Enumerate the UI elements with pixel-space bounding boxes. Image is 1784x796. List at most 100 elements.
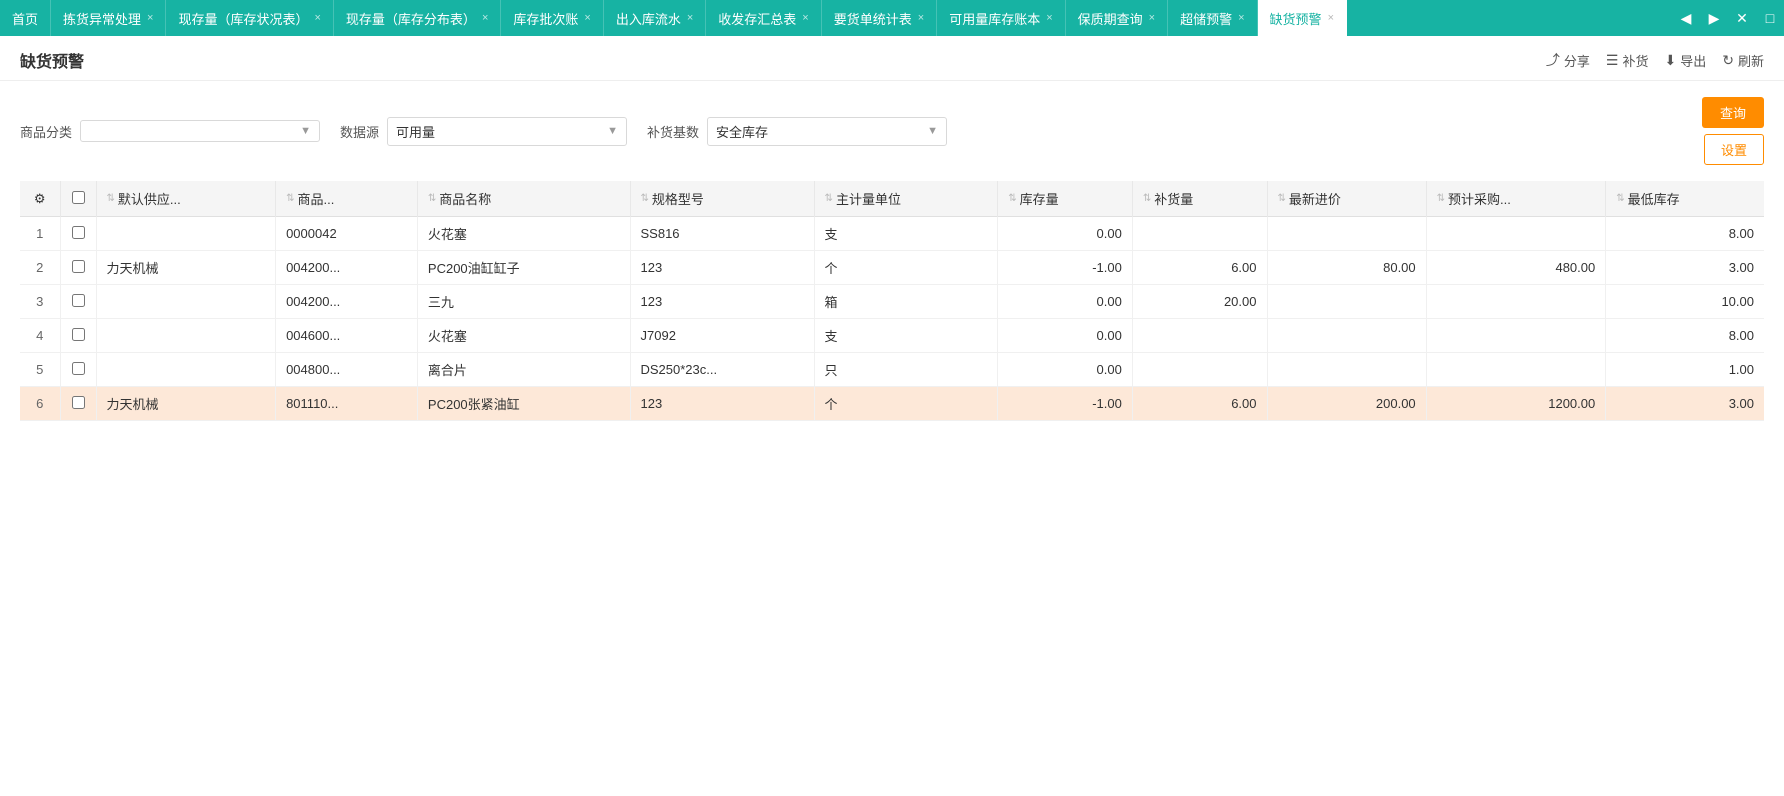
tab-bar-scroll: 首页拣货异常处理×现存量（库存状况表）×现存量（库存分布表）×库存批次账×出入库… — [0, 0, 1672, 36]
th-label-supplier: 默认供应... — [118, 189, 181, 208]
cell-estimated_purchase-5: 1200.00 — [1548, 396, 1595, 411]
th-spec[interactable]: ⇅规格型号 — [630, 181, 814, 217]
replenish-button[interactable]: ☰ 补货 — [1606, 51, 1649, 70]
tab-next-button[interactable]: ▶ — [1700, 0, 1728, 36]
th-latest_price[interactable]: ⇅最新进价 — [1267, 181, 1426, 217]
tab-close-all-button[interactable]: ✕ — [1728, 0, 1756, 36]
tab-batch[interactable]: 库存批次账× — [501, 0, 603, 36]
th-product_name[interactable]: ⇅商品名称 — [417, 181, 630, 217]
tab-overstock[interactable]: 超储预警× — [1168, 0, 1257, 36]
export-icon: ⬇ — [1665, 52, 1677, 69]
cell-unit-2: 箱 — [825, 295, 838, 310]
tab-label-shortage: 缺货预警 — [1270, 9, 1322, 28]
refresh-button[interactable]: ↻ 刷新 — [1722, 51, 1764, 70]
tab-label-home: 首页 — [12, 9, 38, 28]
cell-min_stock-0: 8.00 — [1729, 226, 1754, 241]
tab-close-demand[interactable]: × — [918, 12, 924, 24]
tab-abnormal[interactable]: 拣货异常处理 × — [51, 0, 166, 36]
row-checkbox-0[interactable] — [72, 226, 85, 239]
sort-icon-estimated_purchase: ⇅ — [1437, 193, 1445, 204]
table-row: 4004600...火花塞J7092支0.008.00 — [20, 319, 1764, 353]
cell-spec-3: J7092 — [641, 328, 676, 343]
tab-label-demand: 要货单统计表 — [834, 9, 912, 28]
tab-bar: 首页拣货异常处理×现存量（库存状况表）×现存量（库存分布表）×库存批次账×出入库… — [0, 0, 1784, 36]
th-replenish[interactable]: ⇅补货量 — [1132, 181, 1267, 217]
cell-replenish-5: 6.00 — [1231, 396, 1256, 411]
tab-close-stock-dist[interactable]: × — [482, 12, 488, 24]
tab-close-collection[interactable]: × — [802, 12, 808, 24]
th-label-unit: 主计量单位 — [836, 189, 901, 208]
tab-maximize-button[interactable]: □ — [1756, 0, 1784, 36]
tab-available[interactable]: 可用量库存账本 × — [937, 0, 1065, 36]
cell-replenish-1: 6.00 — [1231, 260, 1256, 275]
row-checkbox-2[interactable] — [72, 294, 85, 307]
cell-product_name-4: 离合片 — [428, 363, 467, 378]
tab-close-expiry[interactable]: × — [1149, 12, 1155, 24]
cell-product_code-1: 004200... — [286, 260, 340, 275]
row-checkbox-5[interactable] — [72, 396, 85, 409]
tab-shortage[interactable]: 缺货预警 × — [1258, 0, 1347, 36]
tab-close-abnormal[interactable]: × — [147, 12, 153, 24]
datasource-arrow-icon: ▼ — [607, 125, 618, 137]
select-all-checkbox[interactable] — [72, 191, 85, 204]
sort-icon-replenish: ⇅ — [1143, 193, 1151, 204]
cell-supplier-1: 力天机械 — [107, 261, 159, 276]
tab-close-available[interactable]: × — [1046, 12, 1052, 24]
tab-close-stock-status[interactable]: × — [314, 12, 320, 24]
sort-icon-supplier: ⇅ — [107, 193, 115, 204]
cell-estimated_purchase-1: 480.00 — [1555, 260, 1595, 275]
gear-icon[interactable]: ⚙ — [34, 191, 46, 206]
tab-stock-status[interactable]: 现存量（库存状况表）× — [166, 0, 333, 36]
replenish-base-select[interactable]: 安全库存 ▼ — [707, 117, 947, 146]
tab-prev-button[interactable]: ◀ — [1672, 0, 1700, 36]
row-checkbox-3[interactable] — [72, 328, 85, 341]
sort-icon-stock: ⇅ — [1008, 193, 1016, 204]
row-checkbox-4[interactable] — [72, 362, 85, 375]
th-label-stock: 库存量 — [1020, 189, 1059, 208]
query-button[interactable]: 查询 — [1702, 97, 1764, 128]
cell-min_stock-3: 8.00 — [1729, 328, 1754, 343]
replenish-base-arrow-icon: ▼ — [927, 125, 938, 137]
datasource-filter-group: 数据源 可用量 ▼ — [340, 117, 627, 146]
th-label-min_stock: 最低库存 — [1628, 189, 1680, 208]
row-checkbox-1[interactable] — [72, 260, 85, 273]
tab-collection[interactable]: 收发存汇总表× — [706, 0, 821, 36]
category-select[interactable]: ▼ — [80, 120, 320, 142]
cell-unit-0: 支 — [825, 227, 838, 242]
tab-label-available: 可用量库存账本 — [949, 9, 1040, 28]
cell-product_code-2: 004200... — [286, 294, 340, 309]
th-product_code[interactable]: ⇅商品... — [276, 181, 418, 217]
th-label-product_code: 商品... — [297, 189, 334, 208]
th-label-product_name: 商品名称 — [439, 189, 491, 208]
tab-label-abnormal: 拣货异常处理 — [63, 9, 141, 28]
tab-stock-dist[interactable]: 现存量（库存分布表） × — [334, 0, 501, 36]
th-min_stock[interactable]: ⇅ 最低库存 — [1606, 181, 1764, 217]
tab-demand[interactable]: 要货单统计表 × — [822, 0, 937, 36]
cell-product_code-0: 0000042 — [286, 226, 337, 241]
share-icon: ⤴ — [1546, 50, 1560, 70]
tab-expiry[interactable]: 保质期查询× — [1066, 0, 1168, 36]
datasource-select[interactable]: 可用量 ▼ — [387, 117, 627, 146]
th-estimated_purchase[interactable]: ⇅预计采购... — [1426, 181, 1606, 217]
sort-icon-product_name: ⇅ — [428, 193, 436, 204]
sort-icon-spec: ⇅ — [641, 193, 649, 204]
cell-unit-5: 个 — [825, 397, 838, 412]
page-title: 缺货预警 — [20, 48, 84, 72]
filter-right-actions: 查询 设置 — [1702, 97, 1764, 165]
th-supplier[interactable]: ⇅默认供应... — [96, 181, 276, 217]
setting-button[interactable]: 设置 — [1704, 134, 1764, 165]
cell-unit-1: 个 — [825, 261, 838, 276]
export-button[interactable]: ⬇ 导出 — [1665, 51, 1707, 70]
th-stock[interactable]: ⇅ 库存量 — [998, 181, 1133, 217]
share-button[interactable]: ⤴ 分享 — [1546, 50, 1590, 70]
tab-close-shortage[interactable]: × — [1328, 12, 1334, 24]
sort-icon-min_stock: ⇅ — [1616, 193, 1624, 204]
tab-close-batch[interactable]: × — [584, 12, 590, 24]
th-unit[interactable]: ⇅主计量单位 — [814, 181, 998, 217]
tab-label-stock-dist: 现存量（库存分布表） — [346, 9, 476, 28]
cell-product_code-3: 004600... — [286, 328, 340, 343]
tab-home[interactable]: 首页 — [0, 0, 51, 36]
tab-close-inout[interactable]: × — [687, 12, 693, 24]
tab-close-overstock[interactable]: × — [1238, 12, 1244, 24]
tab-inout[interactable]: 出入库流水× — [604, 0, 706, 36]
